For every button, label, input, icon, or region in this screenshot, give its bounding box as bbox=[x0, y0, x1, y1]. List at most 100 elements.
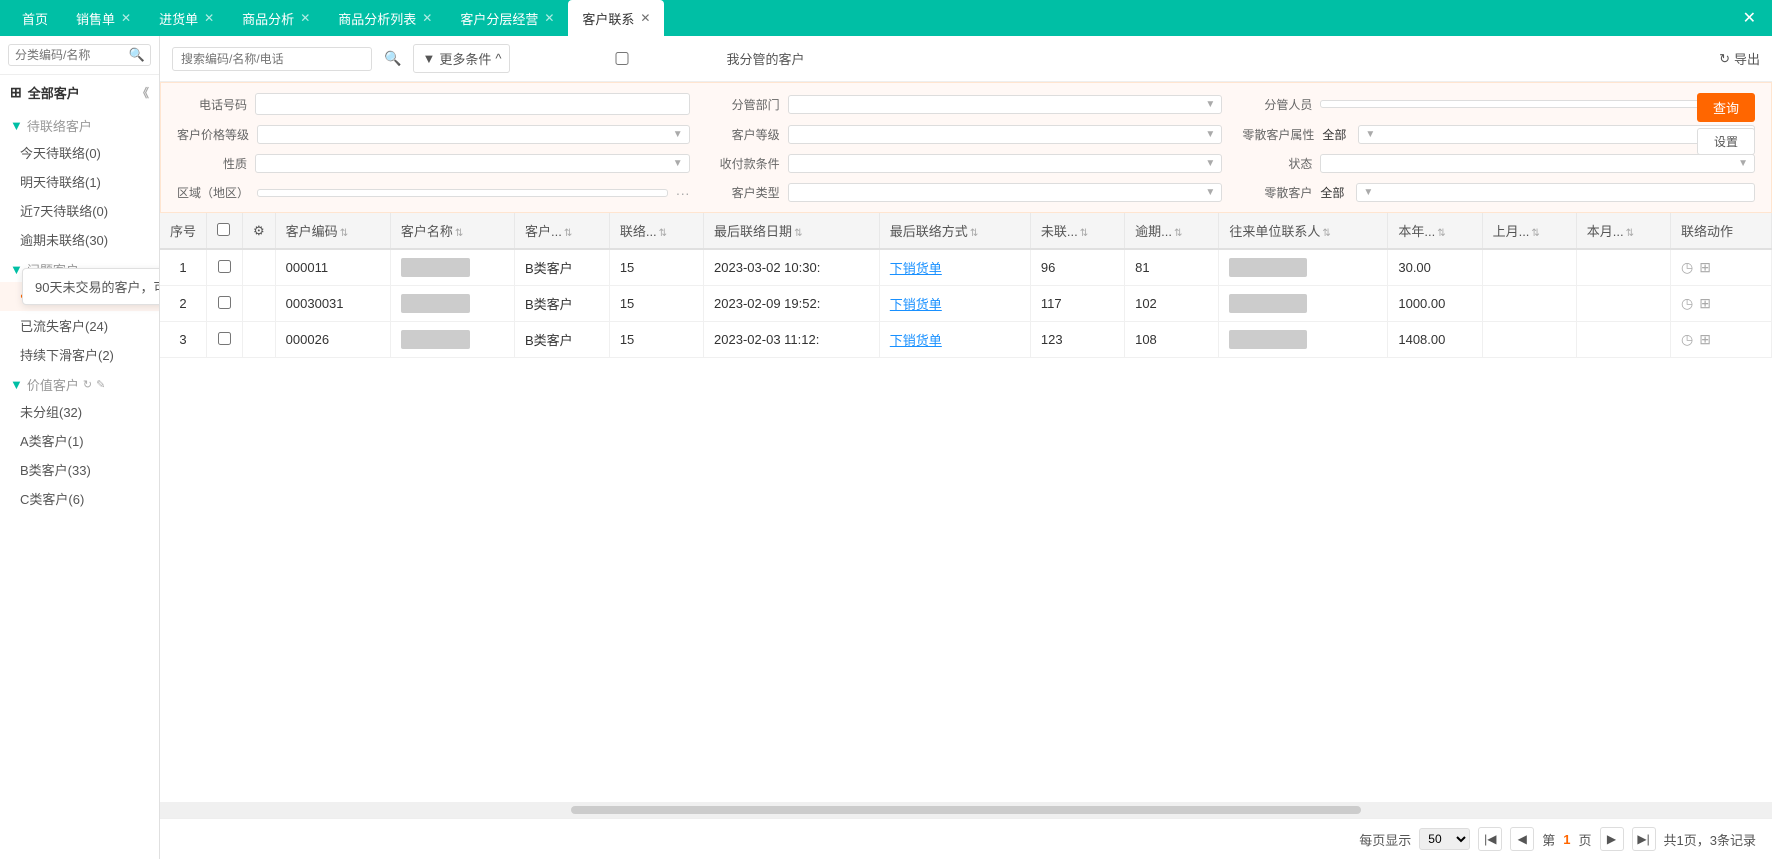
tab-sales[interactable]: 销售单 ✕ bbox=[62, 0, 145, 36]
sidebar-item-class-a[interactable]: A类客户(1) bbox=[0, 426, 159, 455]
close-tab-sales[interactable]: ✕ bbox=[121, 11, 131, 25]
action-icon-1[interactable]: ◷ bbox=[1681, 259, 1693, 276]
sort-icon-4: ⇅ bbox=[659, 228, 667, 239]
col-header-type[interactable]: 客户...⇅ bbox=[515, 213, 610, 249]
sidebar-item-today[interactable]: 今天待联络(0) bbox=[0, 138, 159, 167]
cell-this-year: 1408.00 bbox=[1388, 322, 1482, 358]
first-page-btn[interactable]: |◀ bbox=[1478, 827, 1502, 851]
cell-last-method[interactable]: 下销货单 bbox=[879, 322, 1030, 358]
main-layout: 🔍 ⊞ 全部客户 《 ▼ 待联络客户 今天待联络(0) 明天待联络(1) 近7天… bbox=[0, 36, 1772, 859]
horizontal-scrollbar[interactable] bbox=[176, 806, 1756, 814]
close-tab-purchase[interactable]: ✕ bbox=[204, 11, 214, 25]
tab-home[interactable]: 首页 bbox=[8, 0, 62, 36]
sidebar-collapse-btn[interactable]: 《 bbox=[137, 84, 149, 101]
dept-select[interactable]: ▼ bbox=[788, 95, 1223, 114]
cell-checkbox[interactable] bbox=[207, 249, 243, 286]
filter-row-phone: 电话号码 bbox=[177, 93, 690, 115]
scrollbar-thumb[interactable] bbox=[571, 806, 1361, 814]
phone-input[interactable] bbox=[255, 93, 690, 115]
cell-checkbox[interactable] bbox=[207, 322, 243, 358]
more-conditions-btn[interactable]: ▼ 更多条件 ^ bbox=[413, 44, 510, 73]
chevron-icon: ^ bbox=[495, 51, 501, 66]
cell-this-year: 30.00 bbox=[1388, 249, 1482, 286]
sidebar-group-pending[interactable]: ▼ 待联络客户 bbox=[0, 110, 159, 138]
close-tab-analysis[interactable]: ✕ bbox=[300, 11, 310, 25]
zero-customer-select[interactable]: ▼ bbox=[1356, 183, 1755, 202]
sidebar-group-value[interactable]: ▼ 价值客户 ↻ ✎ bbox=[0, 369, 159, 397]
tab-analysis-list[interactable]: 商品分析列表 ✕ bbox=[324, 0, 446, 36]
close-tab-customer-contact[interactable]: ✕ bbox=[640, 11, 650, 25]
search-input[interactable] bbox=[172, 47, 372, 71]
col-header-code[interactable]: 客户编码⇅ bbox=[275, 213, 390, 249]
next-page-btn[interactable]: ▶ bbox=[1600, 827, 1624, 851]
cell-overdue: 81 bbox=[1125, 249, 1219, 286]
row-checkbox[interactable] bbox=[218, 332, 231, 345]
tab-analysis[interactable]: 商品分析 ✕ bbox=[228, 0, 324, 36]
cell-settings bbox=[243, 322, 276, 358]
prev-page-btn[interactable]: ◀ bbox=[1510, 827, 1534, 851]
action-icon-1[interactable]: ◷ bbox=[1681, 295, 1693, 312]
filter-row-status: 状态 ▼ bbox=[1242, 154, 1755, 173]
col-header-settings[interactable]: ⚙ bbox=[243, 213, 276, 249]
sidebar-item-overdue[interactable]: 逾期未联络(30) bbox=[0, 225, 159, 254]
price-level-select[interactable]: ▼ bbox=[257, 125, 690, 144]
tab-purchase[interactable]: 进货单 ✕ bbox=[145, 0, 228, 36]
customer-type-select[interactable]: ▼ bbox=[788, 183, 1223, 202]
cell-checkbox[interactable] bbox=[207, 286, 243, 322]
refresh-icon[interactable]: ↻ bbox=[83, 378, 92, 391]
export-btn[interactable]: ↻ 导出 bbox=[1719, 49, 1760, 68]
action-icon-2[interactable]: ⊞ bbox=[1699, 259, 1711, 276]
close-tab-analysis-list[interactable]: ✕ bbox=[422, 11, 432, 25]
col-header-this-month[interactable]: 本月...⇅ bbox=[1576, 213, 1670, 249]
sidebar-item-declining[interactable]: 持续下滑客户(2) bbox=[0, 340, 159, 369]
col-header-checkbox[interactable] bbox=[207, 213, 243, 249]
region-select[interactable] bbox=[257, 189, 668, 197]
cell-last-method[interactable]: 下销货单 bbox=[879, 286, 1030, 322]
data-table: 序号 ⚙ 客户编码⇅ 客户名称⇅ 客户...⇅ 联络...⇅ 最后联络日期⇅ 最… bbox=[160, 213, 1772, 358]
cell-last-method[interactable]: 下销货单 bbox=[879, 249, 1030, 286]
status-select[interactable]: ▼ bbox=[1320, 154, 1755, 173]
col-header-last-date[interactable]: 最后联络日期⇅ bbox=[704, 213, 880, 249]
row-checkbox[interactable] bbox=[218, 260, 231, 273]
zero-attr-select[interactable]: ▼ bbox=[1358, 125, 1755, 144]
customer-level-select[interactable]: ▼ bbox=[788, 125, 1223, 144]
sort-icon: ⇅ bbox=[340, 228, 348, 239]
row-checkbox[interactable] bbox=[218, 296, 231, 309]
sidebar-item-week[interactable]: 近7天待联络(0) bbox=[0, 196, 159, 225]
sidebar-item-tomorrow[interactable]: 明天待联络(1) bbox=[0, 167, 159, 196]
region-more-btn[interactable]: ··· bbox=[676, 185, 690, 201]
col-header-unit-contact[interactable]: 往来单位联系人⇅ bbox=[1219, 213, 1388, 249]
last-page-btn[interactable]: ▶| bbox=[1632, 827, 1656, 851]
sidebar-item-class-b[interactable]: B类客户(33) bbox=[0, 455, 159, 484]
action-icon-1[interactable]: ◷ bbox=[1681, 331, 1693, 348]
settings-button[interactable]: 设置 bbox=[1697, 128, 1755, 155]
sort-icon-6: ⇅ bbox=[970, 228, 978, 239]
page-size-select[interactable]: 50 100 200 bbox=[1419, 828, 1470, 850]
close-all-tabs[interactable]: ✕ bbox=[1735, 8, 1764, 28]
action-icon-2[interactable]: ⊞ bbox=[1699, 295, 1711, 312]
action-icon-2[interactable]: ⊞ bbox=[1699, 331, 1711, 348]
sidebar-item-ungrouped[interactable]: 未分组(32) bbox=[0, 397, 159, 426]
my-customers-checkbox[interactable] bbox=[522, 52, 722, 65]
sidebar-item-class-c[interactable]: C类客户(6) bbox=[0, 484, 159, 513]
my-customers-checkbox-label[interactable]: 我分管的客户 bbox=[522, 49, 804, 68]
tab-customer-layer[interactable]: 客户分层经营 ✕ bbox=[446, 0, 568, 36]
sidebar-all-customers[interactable]: ⊞ 全部客户 《 bbox=[0, 75, 159, 110]
col-header-no-contact[interactable]: 未联...⇅ bbox=[1030, 213, 1124, 249]
col-header-this-year[interactable]: 本年...⇅ bbox=[1388, 213, 1482, 249]
edit-icon[interactable]: ✎ bbox=[96, 378, 105, 391]
gender-select[interactable]: ▼ bbox=[255, 154, 690, 173]
col-header-last-method[interactable]: 最后联络方式⇅ bbox=[879, 213, 1030, 249]
col-header-last-month[interactable]: 上月...⇅ bbox=[1482, 213, 1576, 249]
sidebar-item-churned[interactable]: 已流失客户(24) bbox=[0, 311, 159, 340]
select-all-checkbox[interactable] bbox=[217, 223, 230, 236]
col-header-contact[interactable]: 联络...⇅ bbox=[609, 213, 703, 249]
close-tab-customer-layer[interactable]: ✕ bbox=[544, 11, 554, 25]
query-button[interactable]: 查询 bbox=[1697, 93, 1755, 122]
payment-select[interactable]: ▼ bbox=[788, 154, 1223, 173]
col-header-overdue[interactable]: 逾期...⇅ bbox=[1125, 213, 1219, 249]
tab-customer-contact[interactable]: 客户联系 ✕ bbox=[568, 0, 664, 36]
col-header-name[interactable]: 客户名称⇅ bbox=[390, 213, 514, 249]
search-icon[interactable]: 🔍 bbox=[384, 50, 401, 67]
manager-select[interactable] bbox=[1320, 100, 1733, 108]
